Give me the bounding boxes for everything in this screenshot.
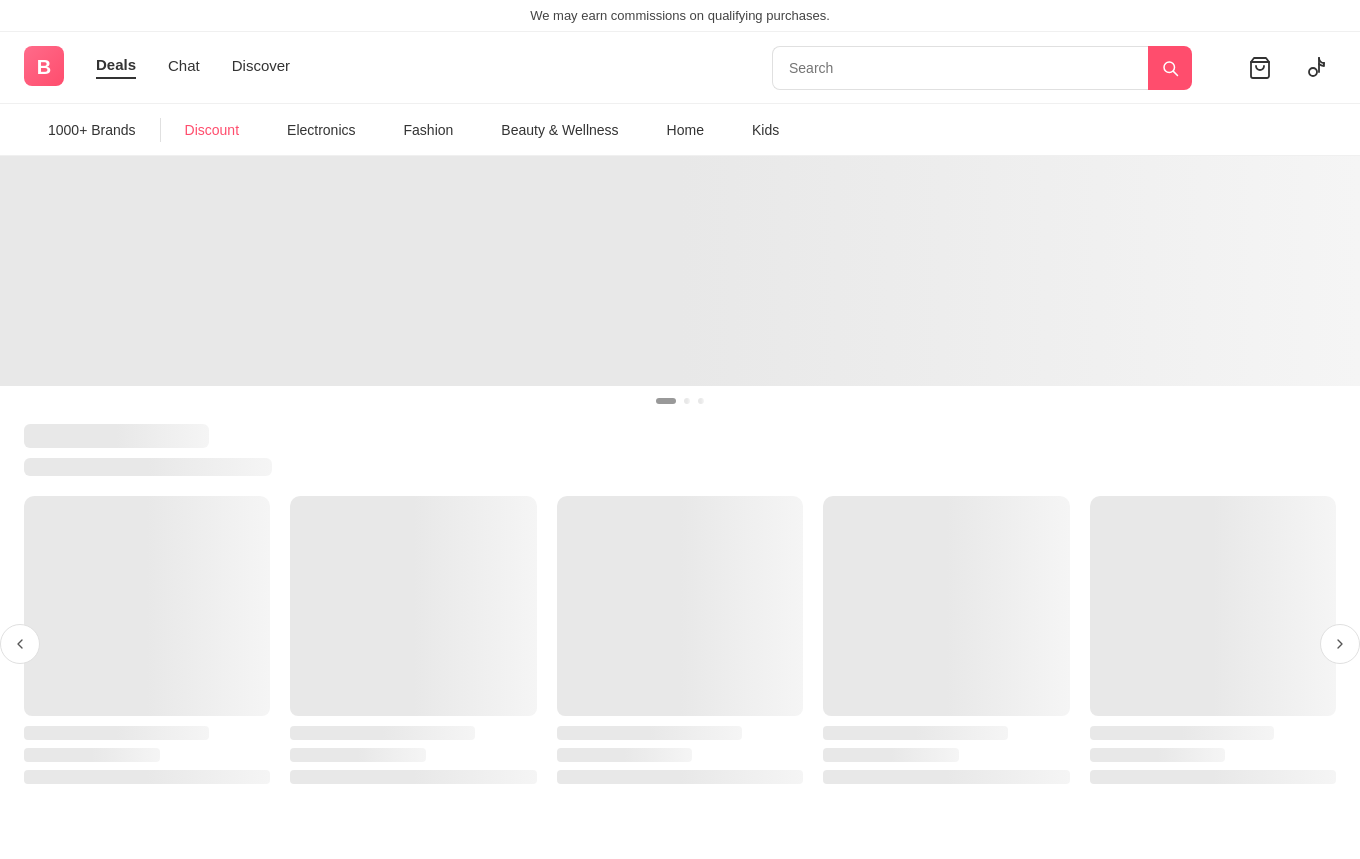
product-card[interactable] (24, 496, 270, 792)
product-image-skeleton (1090, 496, 1336, 716)
search-button[interactable] (1148, 46, 1192, 90)
product-title-skeleton (1090, 726, 1275, 740)
tiktok-button[interactable] (1296, 48, 1336, 88)
product-desc-skeleton (557, 770, 803, 784)
cat-home[interactable]: Home (643, 104, 728, 156)
product-title-skeleton (24, 726, 209, 740)
product-title-skeleton (823, 726, 1008, 740)
svg-line-3 (1173, 71, 1177, 75)
product-image-skeleton (823, 496, 1069, 716)
product-image-skeleton (290, 496, 536, 716)
product-image-skeleton (24, 496, 270, 716)
tiktok-icon (1304, 56, 1328, 80)
product-title-skeleton (557, 726, 742, 740)
nav-discover[interactable]: Discover (232, 57, 290, 78)
announcement-bar: We may earn commissions on qualifying pu… (0, 0, 1360, 32)
logo[interactable]: B (24, 46, 64, 90)
cat-electronics[interactable]: Electronics (263, 104, 379, 156)
carousel-dot-1[interactable] (656, 398, 676, 404)
header: B Deals Chat Discover (0, 32, 1360, 104)
product-desc-skeleton (24, 770, 270, 784)
header-icons (1240, 48, 1336, 88)
search-icon (1161, 59, 1179, 77)
hero-banner (0, 156, 1360, 386)
product-title-skeleton (290, 726, 475, 740)
section-header (0, 416, 1360, 480)
products-section (0, 480, 1360, 808)
product-desc-skeleton (290, 770, 536, 784)
carousel-next-button[interactable] (1320, 624, 1360, 664)
category-nav: 1000+ Brands Discount Electronics Fashio… (0, 104, 1360, 156)
products-grid (24, 496, 1336, 792)
product-price-skeleton (557, 748, 693, 762)
product-card[interactable] (290, 496, 536, 792)
product-desc-skeleton (1090, 770, 1336, 784)
chevron-right-icon (1332, 636, 1348, 652)
nav-chat[interactable]: Chat (168, 57, 200, 78)
nav-deals[interactable]: Deals (96, 56, 136, 79)
carousel-dots (0, 386, 1360, 416)
chevron-left-icon (12, 636, 28, 652)
product-desc-skeleton (823, 770, 1069, 784)
carousel-prev-button[interactable] (0, 624, 40, 664)
cart-icon (1248, 56, 1272, 80)
cart-button[interactable] (1240, 48, 1280, 88)
product-card[interactable] (557, 496, 803, 792)
section-title-skeleton (24, 424, 209, 448)
product-price-skeleton (24, 748, 160, 762)
search-container (772, 46, 1192, 90)
product-card[interactable] (1090, 496, 1336, 792)
carousel-dot-3[interactable] (698, 398, 704, 404)
product-price-skeleton (1090, 748, 1226, 762)
main-nav: Deals Chat Discover (96, 56, 290, 79)
cat-kids[interactable]: Kids (728, 104, 803, 156)
product-card[interactable] (823, 496, 1069, 792)
section-subtitle-skeleton (24, 458, 272, 476)
cat-beauty[interactable]: Beauty & Wellness (477, 104, 642, 156)
cat-brands[interactable]: 1000+ Brands (24, 104, 160, 156)
search-input[interactable] (772, 46, 1148, 90)
product-price-skeleton (823, 748, 959, 762)
carousel-dot-2[interactable] (684, 398, 690, 404)
product-image-skeleton (557, 496, 803, 716)
product-price-skeleton (290, 748, 426, 762)
svg-text:B: B (37, 55, 51, 77)
announcement-text: We may earn commissions on qualifying pu… (530, 8, 830, 23)
cat-discount[interactable]: Discount (161, 104, 263, 156)
cat-fashion[interactable]: Fashion (380, 104, 478, 156)
